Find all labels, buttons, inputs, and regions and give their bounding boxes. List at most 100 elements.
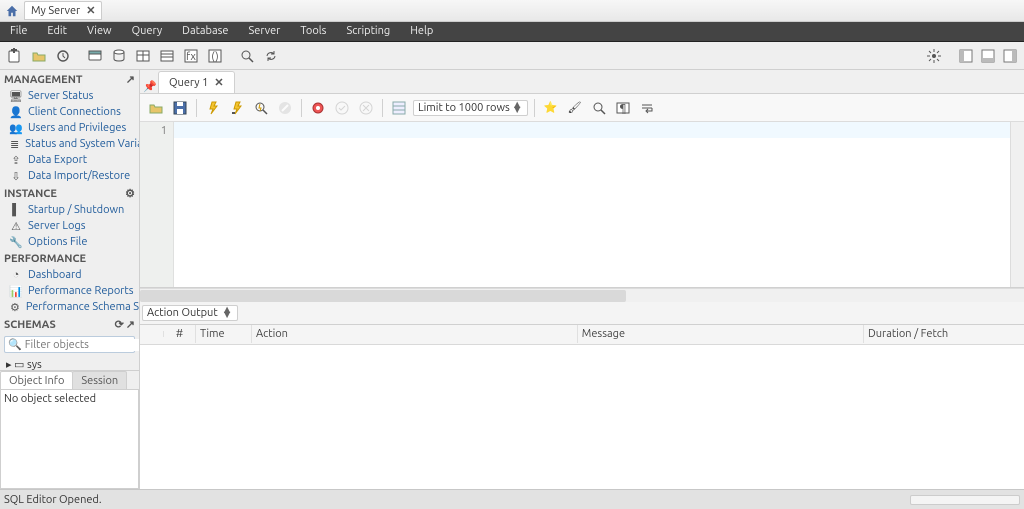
search-table-icon[interactable] bbox=[236, 45, 258, 67]
client-connections-icon: 👤 bbox=[10, 106, 22, 118]
dashboard-icon: ◔ bbox=[10, 269, 22, 281]
output-type-label: Action Output bbox=[147, 307, 218, 319]
new-model-icon[interactable] bbox=[84, 45, 106, 67]
collapse-panel-icon[interactable]: ↗ bbox=[126, 73, 135, 86]
menu-help[interactable]: Help bbox=[400, 22, 443, 41]
menu-database[interactable]: Database bbox=[172, 22, 238, 41]
nav-dashboard[interactable]: ◔Dashboard bbox=[0, 267, 139, 283]
home-icon[interactable] bbox=[4, 3, 20, 19]
nav-client-connections[interactable]: 👤Client Connections bbox=[0, 104, 139, 120]
add-schema-icon[interactable] bbox=[108, 45, 130, 67]
toggle-secondary-icon[interactable] bbox=[1000, 46, 1020, 66]
find-icon[interactable]: 🖌 bbox=[565, 98, 585, 118]
limit-rows-selector[interactable]: Limit to 1000 rows ▲▼ bbox=[413, 100, 528, 116]
users-icon: 👥 bbox=[10, 122, 22, 134]
reconnect-icon[interactable] bbox=[260, 45, 282, 67]
expand-schemas-icon[interactable]: ↗ bbox=[126, 318, 135, 331]
limit-rows-label: Limit to 1000 rows bbox=[418, 102, 510, 114]
schema-tree[interactable]: ▸ ▭ sys bbox=[0, 356, 139, 370]
toggle-output-icon[interactable] bbox=[978, 46, 998, 66]
menu-server[interactable]: Server bbox=[238, 22, 290, 41]
inspector-icon[interactable] bbox=[52, 45, 74, 67]
query-tab[interactable]: Query 1 ✕ bbox=[158, 71, 235, 93]
search-icon: 🔍 bbox=[8, 338, 22, 351]
menu-edit[interactable]: Edit bbox=[37, 22, 77, 41]
session-tab[interactable]: Session bbox=[72, 371, 127, 390]
editor-hscrollbar[interactable] bbox=[140, 288, 1024, 302]
query-tab-label: Query 1 bbox=[169, 77, 208, 89]
wrench-icon: 🔧 bbox=[10, 236, 22, 248]
add-view-icon[interactable] bbox=[156, 45, 178, 67]
export-icon: ⇪ bbox=[10, 154, 22, 166]
add-function-icon[interactable]: () bbox=[204, 45, 226, 67]
nav-server-logs[interactable]: ⚠Server Logs bbox=[0, 218, 139, 234]
execute-current-icon[interactable] bbox=[227, 98, 247, 118]
progress-bar bbox=[910, 495, 1020, 505]
query-toolbar: Limit to 1000 rows ▲▼ ⭐ 🖌 ¶ bbox=[140, 94, 1024, 122]
nav-data-import[interactable]: ⇩Data Import/Restore bbox=[0, 168, 139, 184]
new-sql-tab-icon[interactable] bbox=[4, 45, 26, 67]
menu-tools[interactable]: Tools bbox=[290, 22, 336, 41]
nav-data-export[interactable]: ⇪Data Export bbox=[0, 152, 139, 168]
menu-query[interactable]: Query bbox=[122, 22, 173, 41]
nav-performance-reports[interactable]: 📊Performance Reports bbox=[0, 283, 139, 299]
schema-filter-input[interactable] bbox=[25, 339, 140, 351]
output-type-selector[interactable]: Action Output ▲▼ bbox=[142, 305, 238, 321]
chevron-down-icon[interactable]: ▼ bbox=[222, 313, 233, 318]
close-query-tab-icon[interactable]: ✕ bbox=[214, 76, 223, 89]
statusbar-text: SQL Editor Opened. bbox=[4, 494, 102, 506]
settings-gear-icon[interactable] bbox=[924, 46, 944, 66]
schemas-header: SCHEMAS bbox=[4, 319, 56, 331]
menu-file[interactable]: File bbox=[0, 22, 37, 41]
close-icon[interactable]: ✕ bbox=[86, 4, 95, 17]
limit-rows-toggle-icon[interactable] bbox=[389, 98, 409, 118]
object-info-tab[interactable]: Object Info bbox=[0, 371, 73, 390]
save-file-icon[interactable] bbox=[170, 98, 190, 118]
execute-icon[interactable] bbox=[203, 98, 223, 118]
nav-server-status[interactable]: 🖥Server Status bbox=[0, 88, 139, 104]
variables-icon: ≣ bbox=[10, 138, 19, 150]
object-info-body: No object selected bbox=[0, 389, 139, 489]
toggle-invisible-icon[interactable]: ¶ bbox=[613, 98, 633, 118]
svg-text:fx: fx bbox=[186, 51, 196, 63]
toggle-sidebar-icon[interactable] bbox=[956, 46, 976, 66]
startup-icon: ▌ bbox=[10, 204, 22, 216]
instance-options-icon[interactable]: ⚙ bbox=[125, 187, 135, 200]
schema-setup-icon: ⚙ bbox=[10, 301, 20, 313]
output-table-body bbox=[140, 345, 1024, 490]
sql-editor[interactable]: 1 bbox=[140, 122, 1024, 288]
open-sql-icon[interactable] bbox=[28, 45, 50, 67]
chevron-down-icon[interactable]: ▼ bbox=[512, 108, 523, 113]
nav-users-privileges[interactable]: 👥Users and Privileges bbox=[0, 120, 139, 136]
add-table-icon[interactable] bbox=[132, 45, 154, 67]
nav-performance-schema[interactable]: ⚙Performance Schema Setup bbox=[0, 299, 139, 315]
connection-tab-label: My Server bbox=[31, 5, 80, 17]
connection-tab[interactable]: My Server ✕ bbox=[24, 1, 102, 20]
beautify-icon[interactable]: ⭐ bbox=[541, 98, 561, 118]
menu-scripting[interactable]: Scripting bbox=[336, 22, 400, 41]
editor-scrollbar[interactable] bbox=[1010, 122, 1024, 287]
wrap-text-icon[interactable] bbox=[637, 98, 657, 118]
open-file-icon[interactable] bbox=[146, 98, 166, 118]
toggle-autocommit-icon[interactable] bbox=[308, 98, 328, 118]
reports-icon: 📊 bbox=[10, 285, 22, 297]
nav-startup-shutdown[interactable]: ▌Startup / Shutdown bbox=[0, 202, 139, 218]
explain-icon[interactable] bbox=[251, 98, 271, 118]
menu-view[interactable]: View bbox=[77, 22, 122, 41]
add-procedure-icon[interactable]: fx bbox=[180, 45, 202, 67]
import-icon: ⇩ bbox=[10, 170, 22, 182]
server-status-icon: 🖥 bbox=[10, 90, 22, 102]
nav-status-variables[interactable]: ≣Status and System Variables bbox=[0, 136, 139, 152]
navigator-sidebar: MANAGEMENT ↗ 🖥Server Status 👤Client Conne… bbox=[0, 70, 140, 489]
management-header: MANAGEMENT bbox=[4, 74, 83, 86]
commit-icon bbox=[332, 98, 352, 118]
pin-tab-icon[interactable]: 📌 bbox=[142, 80, 158, 93]
svg-text:¶: ¶ bbox=[619, 103, 626, 115]
search-icon-toolbar[interactable] bbox=[589, 98, 609, 118]
instance-header: INSTANCE bbox=[4, 188, 57, 200]
nav-options-file[interactable]: 🔧Options File bbox=[0, 234, 139, 250]
refresh-schemas-icon[interactable]: ⟳ bbox=[115, 318, 124, 331]
performance-header: PERFORMANCE bbox=[4, 253, 86, 265]
logs-icon: ⚠ bbox=[10, 220, 22, 232]
svg-text:(): () bbox=[211, 51, 218, 63]
